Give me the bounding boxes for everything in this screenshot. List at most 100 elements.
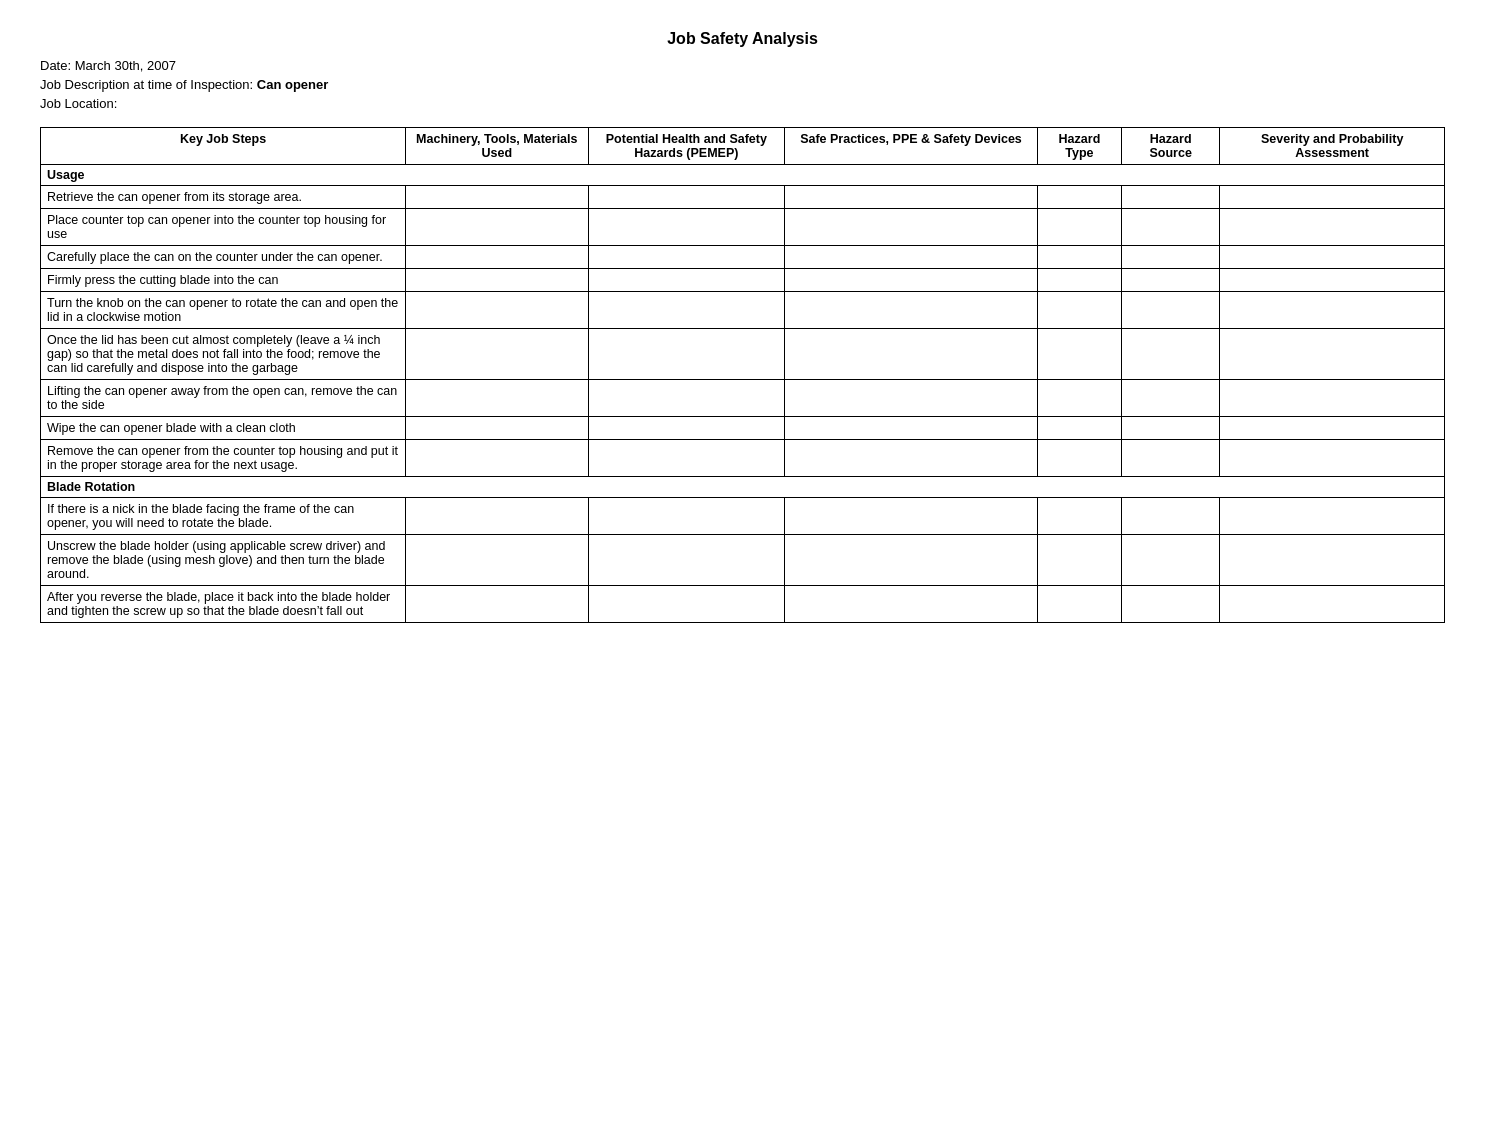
severity-cell: [1220, 186, 1445, 209]
section-header: Usage: [41, 165, 1445, 186]
type-cell: [1037, 292, 1121, 329]
health-cell: [588, 269, 785, 292]
meta-description: Job Description at time of Inspection: C…: [40, 77, 1445, 92]
table-row: Turn the knob on the can opener to rotat…: [41, 292, 1445, 329]
safe-cell: [785, 209, 1038, 246]
machinery-cell: [406, 498, 589, 535]
type-cell: [1037, 246, 1121, 269]
key-job-step: Remove the can opener from the counter t…: [41, 440, 406, 477]
type-cell: [1037, 498, 1121, 535]
safe-cell: [785, 292, 1038, 329]
type-cell: [1037, 535, 1121, 586]
source-cell: [1122, 417, 1220, 440]
source-cell: [1122, 292, 1220, 329]
severity-cell: [1220, 292, 1445, 329]
header-safe-practices: Safe Practices, PPE & Safety Devices: [785, 128, 1038, 165]
severity-cell: [1220, 246, 1445, 269]
type-cell: [1037, 440, 1121, 477]
key-job-step: Place counter top can opener into the co…: [41, 209, 406, 246]
health-cell: [588, 586, 785, 623]
table-row: Once the lid has been cut almost complet…: [41, 329, 1445, 380]
source-cell: [1122, 498, 1220, 535]
source-cell: [1122, 440, 1220, 477]
type-cell: [1037, 329, 1121, 380]
safe-cell: [785, 329, 1038, 380]
table-row: Retrieve the can opener from its storage…: [41, 186, 1445, 209]
severity-cell: [1220, 209, 1445, 246]
source-cell: [1122, 186, 1220, 209]
key-job-step: Wipe the can opener blade with a clean c…: [41, 417, 406, 440]
health-cell: [588, 246, 785, 269]
table-row: If there is a nick in the blade facing t…: [41, 498, 1445, 535]
health-cell: [588, 292, 785, 329]
machinery-cell: [406, 380, 589, 417]
health-cell: [588, 440, 785, 477]
machinery-cell: [406, 329, 589, 380]
machinery-cell: [406, 292, 589, 329]
table-row: Firmly press the cutting blade into the …: [41, 269, 1445, 292]
meta-location: Job Location:: [40, 96, 1445, 111]
source-cell: [1122, 586, 1220, 623]
safe-cell: [785, 586, 1038, 623]
safe-cell: [785, 246, 1038, 269]
header-health: Potential Health and Safety Hazards (PEM…: [588, 128, 785, 165]
section-header: Blade Rotation: [41, 477, 1445, 498]
type-cell: [1037, 380, 1121, 417]
severity-cell: [1220, 329, 1445, 380]
severity-cell: [1220, 535, 1445, 586]
safe-cell: [785, 498, 1038, 535]
table-row: After you reverse the blade, place it ba…: [41, 586, 1445, 623]
health-cell: [588, 498, 785, 535]
source-cell: [1122, 246, 1220, 269]
source-cell: [1122, 209, 1220, 246]
header-machinery: Machinery, Tools, Materials Used: [406, 128, 589, 165]
safe-cell: [785, 380, 1038, 417]
header-hazard-source: Hazard Source: [1122, 128, 1220, 165]
meta-date: Date: March 30th, 2007: [40, 58, 1445, 73]
key-job-step: After you reverse the blade, place it ba…: [41, 586, 406, 623]
source-cell: [1122, 380, 1220, 417]
machinery-cell: [406, 246, 589, 269]
type-cell: [1037, 269, 1121, 292]
safe-cell: [785, 417, 1038, 440]
severity-cell: [1220, 269, 1445, 292]
health-cell: [588, 380, 785, 417]
key-job-step: Once the lid has been cut almost complet…: [41, 329, 406, 380]
header-hazard-type: Hazard Type: [1037, 128, 1121, 165]
type-cell: [1037, 417, 1121, 440]
key-job-step: Lifting the can opener away from the ope…: [41, 380, 406, 417]
header-key-job-steps: Key Job Steps: [41, 128, 406, 165]
safe-cell: [785, 440, 1038, 477]
safe-cell: [785, 535, 1038, 586]
table-row: Wipe the can opener blade with a clean c…: [41, 417, 1445, 440]
table-row: Remove the can opener from the counter t…: [41, 440, 1445, 477]
table-row: Unscrew the blade holder (using applicab…: [41, 535, 1445, 586]
machinery-cell: [406, 586, 589, 623]
source-cell: [1122, 269, 1220, 292]
machinery-cell: [406, 186, 589, 209]
table-row: Place counter top can opener into the co…: [41, 209, 1445, 246]
page-title: Job Safety Analysis: [40, 30, 1445, 48]
source-cell: [1122, 535, 1220, 586]
severity-cell: [1220, 440, 1445, 477]
machinery-cell: [406, 440, 589, 477]
key-job-step: Turn the knob on the can opener to rotat…: [41, 292, 406, 329]
machinery-cell: [406, 209, 589, 246]
machinery-cell: [406, 535, 589, 586]
machinery-cell: [406, 269, 589, 292]
severity-cell: [1220, 498, 1445, 535]
header-severity: Severity and Probability Assessment: [1220, 128, 1445, 165]
jsa-table-container: Key Job Steps Machinery, Tools, Material…: [40, 127, 1445, 623]
key-job-step: Retrieve the can opener from its storage…: [41, 186, 406, 209]
severity-cell: [1220, 380, 1445, 417]
key-job-step: Carefully place the can on the counter u…: [41, 246, 406, 269]
severity-cell: [1220, 417, 1445, 440]
health-cell: [588, 417, 785, 440]
key-job-step: If there is a nick in the blade facing t…: [41, 498, 406, 535]
table-row: Carefully place the can on the counter u…: [41, 246, 1445, 269]
health-cell: [588, 209, 785, 246]
safe-cell: [785, 269, 1038, 292]
severity-cell: [1220, 586, 1445, 623]
table-row: Lifting the can opener away from the ope…: [41, 380, 1445, 417]
source-cell: [1122, 329, 1220, 380]
